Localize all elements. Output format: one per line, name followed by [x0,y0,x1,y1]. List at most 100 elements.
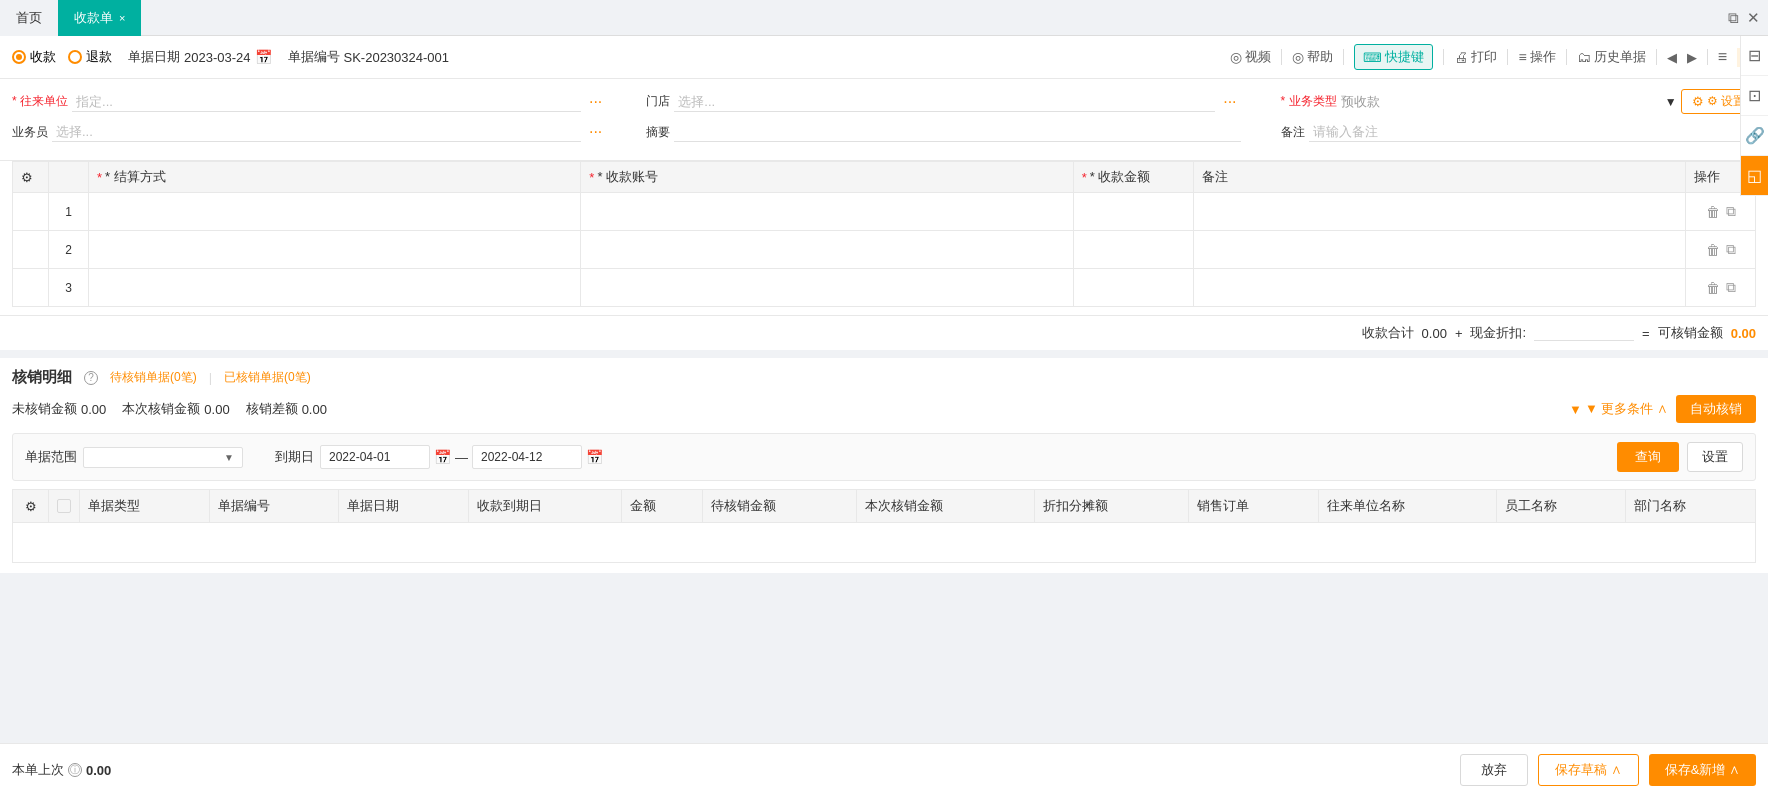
sidebar-table-icon[interactable]: ⊟ [1741,36,1769,76]
tab-bar: 首页 收款单 × ⧉ ✕ [0,0,1768,36]
verif-info-icon[interactable]: ? [84,371,98,385]
filter-icon: ▼ [1569,402,1582,417]
help-label: 帮助 [1307,48,1333,66]
row-3-settle[interactable] [89,269,581,307]
discount-input[interactable] [1534,325,1634,341]
radio-refund[interactable]: 退款 [68,48,112,66]
bottom-table-empty-row [13,523,1756,563]
layout-list-icon[interactable]: ≡ [1718,48,1727,66]
row-1-copy-icon[interactable]: ⧉ [1726,203,1736,220]
table-gear-th[interactable]: ⚙ [13,162,49,193]
save-new-button[interactable]: 保存&新增 ∧ [1649,754,1756,786]
summary-field: 摘要 [646,122,1240,142]
col-type-th: 单据类型 [80,490,210,523]
row-1-account[interactable] [581,193,1073,231]
more-conditions-btn[interactable]: ▼ ▼ 更多条件 ∧ [1569,400,1668,418]
row-3-copy-icon[interactable]: ⧉ [1726,279,1736,296]
tab-close-icon[interactable]: × [119,12,125,24]
date-to-calendar-icon[interactable]: 📅 [586,449,603,465]
salesperson-more-icon[interactable]: ··· [585,123,606,141]
sidebar-doc-icon[interactable]: ⊡ [1741,76,1769,116]
summary-discount-label: 现金折扣: [1470,324,1526,342]
done-tab[interactable]: 已核销单据(0笔) [224,369,311,386]
row-3-amount[interactable] [1073,269,1193,307]
select-all-checkbox[interactable] [57,499,71,513]
remark-input[interactable] [1309,122,1756,142]
tab-home[interactable]: 首页 [0,0,58,36]
row-1-action: 🗑 ⧉ [1686,193,1756,231]
col-counterparty-label: 往来单位名称 [1327,497,1405,515]
range-select[interactable]: ▼ [83,447,243,468]
video-btn[interactable]: ◎ 视频 [1230,48,1271,66]
query-button[interactable]: 查询 [1617,442,1679,472]
shortcut-btn[interactable]: ⌨ 快捷键 [1354,44,1433,70]
tab-sep: | [209,370,212,385]
divider-4 [1507,49,1508,65]
col-counterparty-th: 往来单位名称 [1318,490,1496,523]
row-1-delete-icon[interactable]: 🗑 [1706,204,1720,220]
row-3-account[interactable] [581,269,1073,307]
window-close-icon[interactable]: ✕ [1747,9,1760,27]
row-1-remark[interactable] [1193,193,1685,231]
verif-title: 核销明细 [12,368,72,387]
row-2-settle[interactable] [89,231,581,269]
col-due-th: 收款到期日 [468,490,622,523]
section-divider [0,350,1768,358]
col-number-label: 单据编号 [218,497,270,515]
shop-more-icon[interactable]: ··· [1219,93,1240,111]
print-btn[interactable]: 🖨 打印 [1454,48,1497,66]
op-btn[interactable]: ≡ 操作 [1518,48,1555,66]
date-from-calendar-icon[interactable]: 📅 [434,449,451,465]
this-verif-value: 0.00 [204,402,229,417]
nav-next-icon[interactable]: ▶ [1687,50,1697,65]
row-3-remark[interactable] [1193,269,1685,307]
tab-receipts[interactable]: 收款单 × [58,0,141,36]
col-date-label: 单据日期 [347,497,399,515]
row-2-amount[interactable] [1073,231,1193,269]
history-btn[interactable]: 🗂 历史单据 [1577,48,1646,66]
row-2-account[interactable] [581,231,1073,269]
row-3-delete-icon[interactable]: 🗑 [1706,280,1720,296]
bottom-table-wrap: ⚙ 单据类型 单据编号 [12,489,1756,563]
divider-1 [1281,49,1282,65]
date-to-input[interactable] [472,445,582,469]
bottom-gear-icon: ⚙ [25,499,37,514]
radio-receipt[interactable]: 收款 [12,48,56,66]
salesperson-input[interactable] [52,122,581,142]
col-discount-th: 折扣分摊额 [1035,490,1189,523]
row-1-amount[interactable] [1073,193,1193,231]
save-draft-button[interactable]: 保存草稿 ∧ [1538,754,1639,786]
row-2-remark[interactable] [1193,231,1685,269]
nav-prev-icon[interactable]: ◀ [1667,50,1677,65]
help-btn[interactable]: ◎ 帮助 [1292,48,1333,66]
business-type-value: 预收款 [1341,93,1661,111]
shortcut-label: 快捷键 [1385,48,1424,66]
row-2-copy-icon[interactable]: ⧉ [1726,241,1736,258]
pending-tab[interactable]: 待核销单据(0笔) [110,369,197,386]
filter-settings-button[interactable]: 设置 [1687,442,1743,472]
form-row-1: * 往来单位 ··· 门店 ··· * 业务类型 预收款 ▼ ⚙ ⚙ 设置 [12,89,1756,114]
date-from-input[interactable] [320,445,430,469]
summary-input[interactable] [674,122,1240,142]
window-restore-icon[interactable]: ⧉ [1728,9,1739,27]
sidebar-link-icon[interactable]: 🔗 [1741,116,1769,156]
settings-icon: ⚙ [1692,94,1704,109]
counterparty-more-icon[interactable]: ··· [585,93,606,111]
date-calendar-icon[interactable]: 📅 [255,49,272,65]
range-select-arrow: ▼ [224,452,234,463]
date-field: 单据日期 2023-03-24 📅 [128,48,272,66]
abandon-button[interactable]: 放弃 [1460,754,1528,786]
bottom-checkbox-th [49,490,80,523]
bottom-gear-th[interactable]: ⚙ [13,490,49,523]
counterparty-input[interactable] [72,92,581,112]
row-2-delete-icon[interactable]: 🗑 [1706,242,1720,258]
shop-input[interactable] [674,92,1215,112]
row-1-settle[interactable] [89,193,581,231]
divider-7 [1707,49,1708,65]
business-type-select[interactable]: 预收款 ▼ [1341,93,1677,111]
verif-header: 核销明细 ? 待核销单据(0笔) | 已核销单据(0笔) [12,368,1756,387]
auto-verif-button[interactable]: 自动核销 [1676,395,1756,423]
sidebar-expand-icon[interactable]: ◱ [1741,156,1769,196]
footer-info-icon[interactable]: ⓘ [68,763,82,777]
remark-field: 备注 [1281,122,1756,142]
